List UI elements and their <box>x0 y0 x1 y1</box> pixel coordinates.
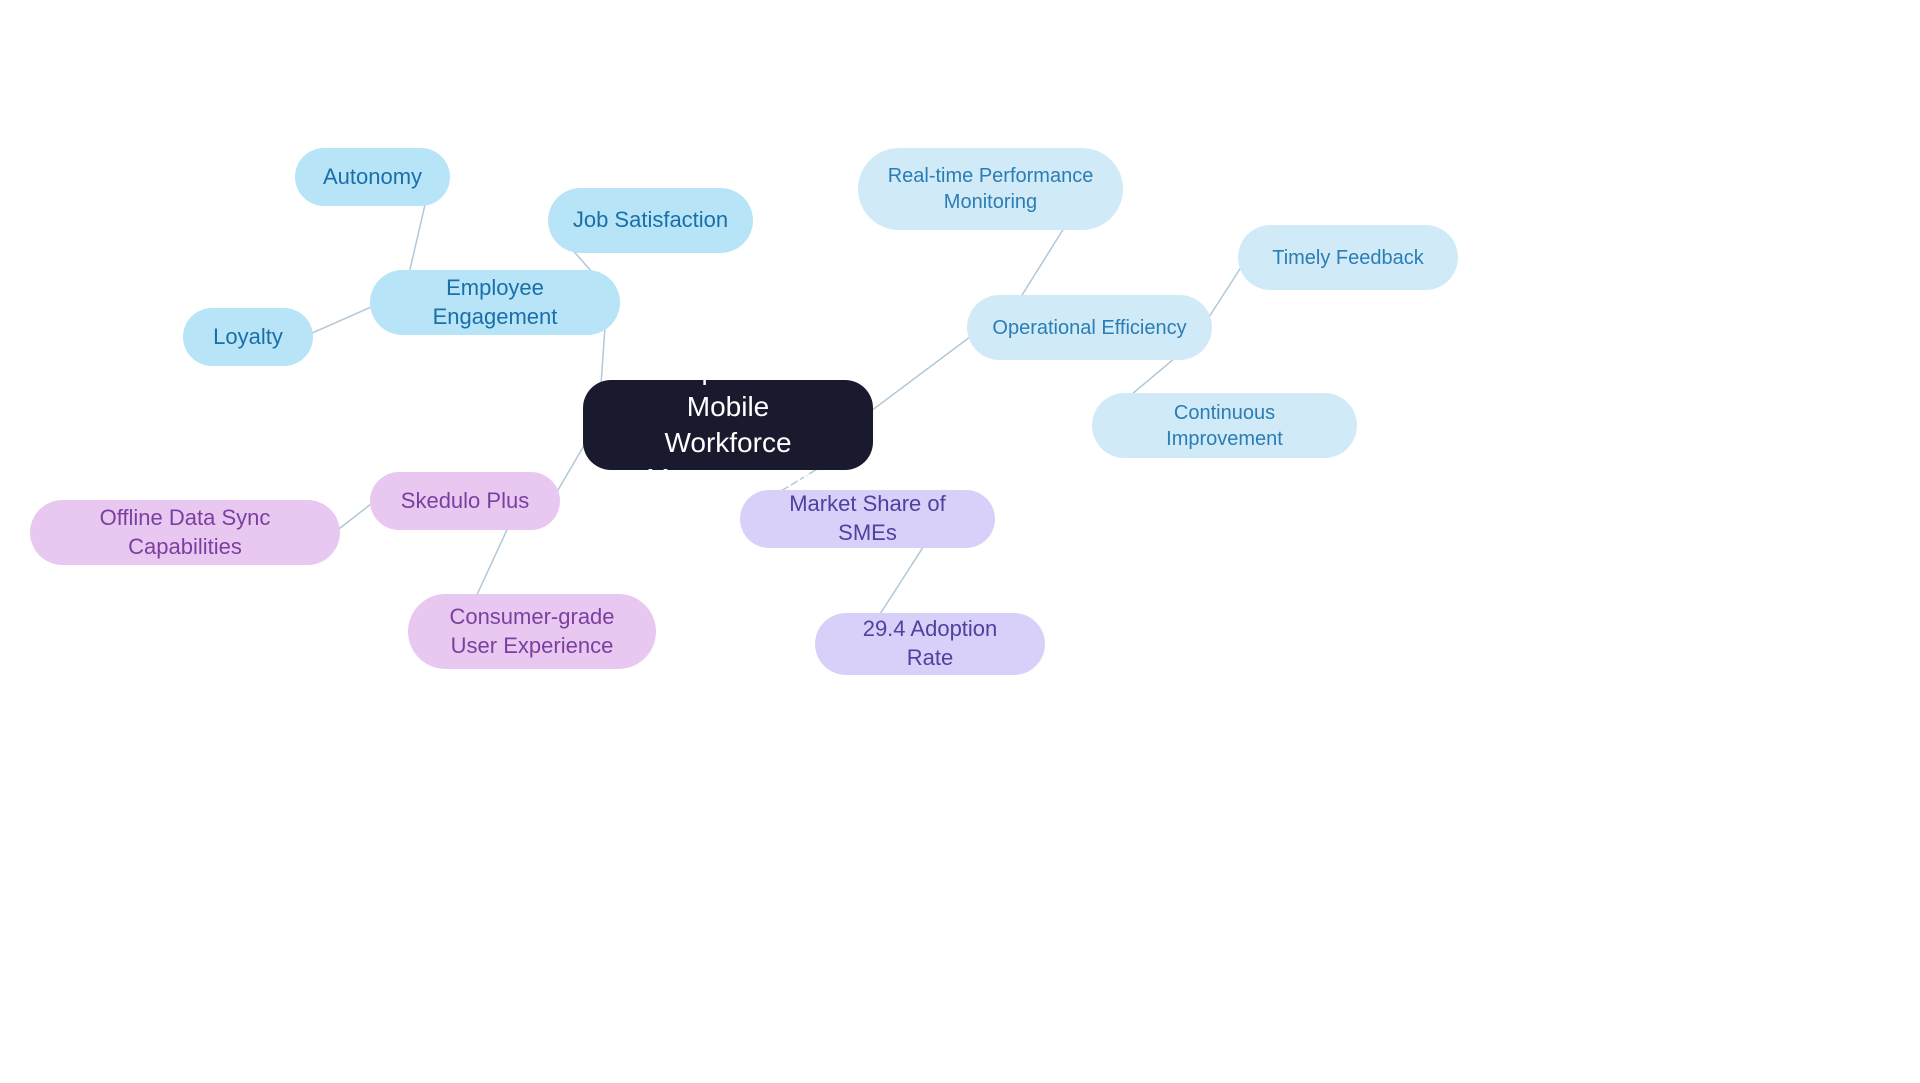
center-node-label: Impact of Mobile Workforce Management <box>631 352 825 498</box>
consumer-grade-label: Consumer-grade User Experience <box>432 603 632 660</box>
center-node[interactable]: Impact of Mobile Workforce Management <box>583 380 873 470</box>
loyalty-label: Loyalty <box>213 323 283 352</box>
node-adoption-rate[interactable]: 29.4 Adoption Rate <box>815 613 1045 675</box>
node-employee-engagement[interactable]: Employee Engagement <box>370 270 620 335</box>
autonomy-label: Autonomy <box>323 163 422 192</box>
offline-data-sync-label: Offline Data Sync Capabilities <box>54 504 316 561</box>
node-skedulo-plus[interactable]: Skedulo Plus <box>370 472 560 530</box>
continuous-improvement-label: Continuous Improvement <box>1116 400 1333 452</box>
node-offline-data-sync[interactable]: Offline Data Sync Capabilities <box>30 500 340 565</box>
node-realtime-performance[interactable]: Real-time Performance Monitoring <box>858 148 1123 230</box>
realtime-performance-label: Real-time Performance Monitoring <box>882 163 1099 215</box>
employee-engagement-label: Employee Engagement <box>394 274 596 331</box>
node-continuous-improvement[interactable]: Continuous Improvement <box>1092 393 1357 458</box>
node-timely-feedback[interactable]: Timely Feedback <box>1238 225 1458 290</box>
node-market-share[interactable]: Market Share of SMEs <box>740 490 995 548</box>
node-autonomy[interactable]: Autonomy <box>295 148 450 206</box>
timely-feedback-label: Timely Feedback <box>1272 245 1424 271</box>
node-consumer-grade[interactable]: Consumer-grade User Experience <box>408 594 656 669</box>
skedulo-plus-label: Skedulo Plus <box>401 487 529 516</box>
adoption-rate-label: 29.4 Adoption Rate <box>839 615 1021 672</box>
market-share-label: Market Share of SMEs <box>764 490 971 547</box>
node-loyalty[interactable]: Loyalty <box>183 308 313 366</box>
job-satisfaction-label: Job Satisfaction <box>573 206 728 235</box>
node-operational-efficiency[interactable]: Operational Efficiency <box>967 295 1212 360</box>
node-job-satisfaction[interactable]: Job Satisfaction <box>548 188 753 253</box>
operational-efficiency-label: Operational Efficiency <box>992 315 1186 341</box>
